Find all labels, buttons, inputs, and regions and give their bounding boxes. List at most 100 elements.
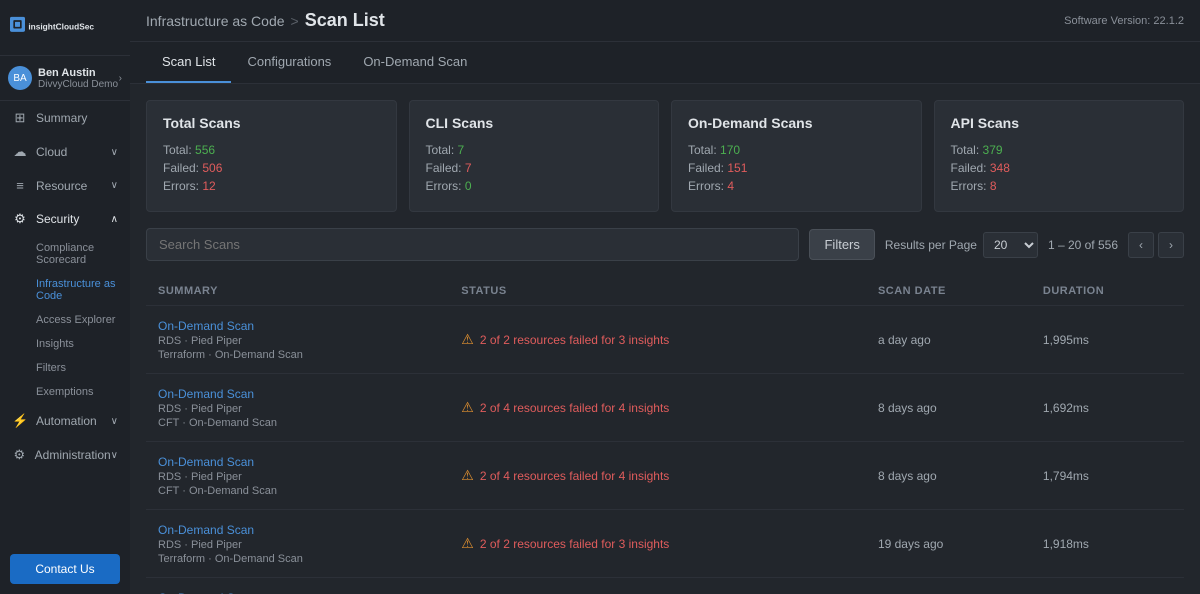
stat-failed-label: Failed:: [951, 161, 987, 175]
main-content: Infrastructure as Code > Scan List Softw…: [130, 0, 1200, 594]
cell-duration: 1,918ms: [1031, 510, 1184, 578]
administration-icon: ⚙: [12, 447, 27, 463]
breadcrumb: Infrastructure as Code > Scan List: [146, 10, 385, 31]
status-text: 2 of 2 resources failed for 3 insights: [480, 333, 669, 347]
stat-total-label: Total:: [163, 143, 192, 157]
contact-us-button[interactable]: Contact Us: [10, 554, 120, 584]
sidebar-item-administration[interactable]: ⚙ Administration ∨: [0, 438, 130, 472]
stat-total-val: 556: [195, 143, 215, 157]
table-row: On-Demand Scan 01285205 · 01285205 CFT ·…: [146, 578, 1184, 594]
col-scan-date: SCAN DATE: [866, 277, 1031, 306]
breadcrumb-separator: >: [291, 13, 299, 29]
user-section[interactable]: BA Ben Austin DivvyCloud Demo ›: [0, 56, 130, 101]
breadcrumb-parent: Infrastructure as Code: [146, 13, 285, 29]
pagination-controls: ‹ ›: [1128, 232, 1184, 258]
cell-status: ⚠2 of 2 resources failed for 3 insights: [449, 510, 866, 578]
app-logo: insightCloudSec: [0, 0, 130, 56]
cell-summary: On-Demand Scan RDS · Pied Piper CFT · On…: [146, 374, 449, 442]
sidebar-item-label: Cloud: [36, 145, 111, 159]
cell-scan-date: 8 days ago: [866, 374, 1031, 442]
sidebar-item-resource[interactable]: ≡ Resource ∨: [0, 169, 130, 202]
pagination-info: 1 – 20 of 556: [1048, 238, 1118, 252]
cell-status: ⚠2 of 4 resources failed for 4 insights: [449, 442, 866, 510]
filters-button[interactable]: Filters: [809, 229, 874, 260]
stat-card-api: API Scans Total: 379 Failed: 348 Errors:…: [934, 100, 1185, 212]
search-bar-row: Filters Results per Page 20 50 100 1 – 2…: [146, 228, 1184, 261]
sidebar-item-automation[interactable]: ⚡ Automation ∨: [0, 404, 130, 438]
stat-errors-label: Errors:: [426, 179, 462, 193]
table-row: On-Demand Scan RDS · Pied Piper CFT · On…: [146, 442, 1184, 510]
sidebar-item-exemptions[interactable]: Exemptions: [0, 380, 130, 404]
content-area: Total Scans Total: 556 Failed: 506 Error…: [130, 84, 1200, 594]
cell-scan-date: a month ago: [866, 578, 1031, 594]
per-page-select[interactable]: 20 50 100: [983, 232, 1038, 258]
scan-sub2: CFT · On-Demand Scan: [158, 485, 437, 497]
sidebar-item-insights[interactable]: Insights: [0, 332, 130, 356]
stat-card-cli: CLI Scans Total: 7 Failed: 7 Errors: 0: [409, 100, 660, 212]
status-warn: ⚠2 of 4 resources failed for 4 insights: [461, 399, 854, 416]
sidebar-item-summary[interactable]: ⊞ Summary: [0, 101, 130, 135]
per-page-control: Results per Page 20 50 100: [885, 232, 1038, 258]
automation-icon: ⚡: [12, 413, 28, 429]
table-row: On-Demand Scan RDS · Pied Piper Terrafor…: [146, 510, 1184, 578]
stat-total-label: Total:: [951, 143, 980, 157]
stat-errors-val: 12: [202, 179, 215, 193]
stat-failed-val: 7: [465, 161, 472, 175]
page-title: Scan List: [305, 10, 385, 31]
status-warn: ⚠ 2 of 2 resources failed for 3 insights: [461, 331, 854, 348]
table-row: On-Demand Scan RDS · Pied Piper CFT · On…: [146, 374, 1184, 442]
cell-duration: 1,995ms: [1031, 306, 1184, 374]
sidebar-item-security[interactable]: ⚙ Security ∧: [0, 202, 130, 236]
top-header: Infrastructure as Code > Scan List Softw…: [130, 0, 1200, 42]
sidebar-item-iac[interactable]: Infrastructure as Code: [0, 272, 130, 308]
stats-row: Total Scans Total: 556 Failed: 506 Error…: [146, 100, 1184, 212]
status-text: 2 of 4 resources failed for 4 insights: [480, 469, 669, 483]
scan-sub2: CFT · On-Demand Scan: [158, 417, 437, 429]
scan-date: 8 days ago: [878, 401, 937, 415]
sidebar-item-filters[interactable]: Filters: [0, 356, 130, 380]
stat-failed-val: 348: [990, 161, 1010, 175]
scan-sub1: RDS · Pied Piper: [158, 471, 437, 483]
scan-link[interactable]: On-Demand Scan: [158, 387, 254, 401]
version-label: Software Version: 22.1.2: [1064, 15, 1184, 27]
scan-link[interactable]: On-Demand Scan: [158, 319, 254, 333]
sidebar: insightCloudSec BA Ben Austin DivvyCloud…: [0, 0, 130, 594]
tab-on-demand-scan[interactable]: On-Demand Scan: [347, 42, 483, 83]
scan-date: 8 days ago: [878, 469, 937, 483]
avatar: BA: [8, 66, 32, 90]
warning-icon: ⚠: [461, 331, 474, 348]
search-input[interactable]: [146, 228, 799, 261]
scan-link[interactable]: On-Demand Scan: [158, 523, 254, 537]
col-summary: SUMMARY: [146, 277, 449, 306]
stat-errors-val: 4: [727, 179, 734, 193]
stat-failed-label: Failed:: [426, 161, 462, 175]
cell-duration: 1,794ms: [1031, 442, 1184, 510]
stat-total-val: 170: [720, 143, 740, 157]
stat-errors-val: 8: [990, 179, 997, 193]
prev-page-button[interactable]: ‹: [1128, 232, 1154, 258]
stat-errors-label: Errors:: [163, 179, 199, 193]
tab-scan-list[interactable]: Scan List: [146, 42, 231, 83]
stat-card-total: Total Scans Total: 556 Failed: 506 Error…: [146, 100, 397, 212]
scan-sub1: RDS · Pied Piper: [158, 403, 437, 415]
cell-duration: 1,216ms: [1031, 578, 1184, 594]
cell-scan-date: 8 days ago: [866, 442, 1031, 510]
summary-icon: ⊞: [12, 110, 28, 126]
scan-duration: 1,918ms: [1043, 537, 1089, 551]
tab-configurations[interactable]: Configurations: [231, 42, 347, 83]
svg-text:insightCloudSec: insightCloudSec: [28, 21, 94, 31]
sidebar-item-cloud[interactable]: ☁ Cloud ∨: [0, 135, 130, 169]
warning-icon: ⚠: [461, 399, 474, 416]
chevron-down-icon: ∨: [111, 416, 118, 427]
next-page-button[interactable]: ›: [1158, 232, 1184, 258]
status-warn: ⚠2 of 2 resources failed for 3 insights: [461, 535, 854, 552]
chevron-down-icon: ∨: [111, 180, 118, 191]
scan-link[interactable]: On-Demand Scan: [158, 455, 254, 469]
sidebar-item-compliance[interactable]: Compliance Scorecard: [0, 236, 130, 272]
sidebar-item-access[interactable]: Access Explorer: [0, 308, 130, 332]
scan-table: SUMMARY STATUS SCAN DATE DURATION On-Dem…: [146, 277, 1184, 594]
stat-total-val: 379: [983, 143, 1003, 157]
chevron-down-icon: ∨: [111, 450, 118, 461]
col-status: STATUS: [449, 277, 866, 306]
per-page-label: Results per Page: [885, 238, 977, 252]
